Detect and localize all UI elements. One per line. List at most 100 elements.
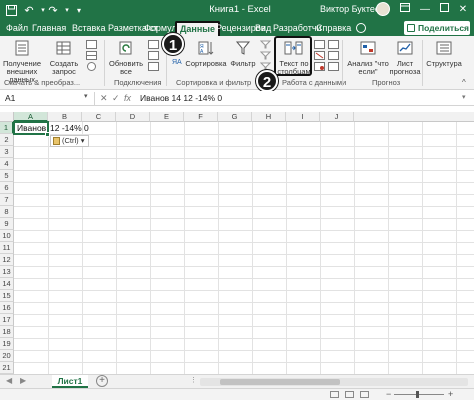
row-header-17[interactable]: 17 [0, 314, 14, 326]
row-header-3[interactable]: 3 [0, 146, 14, 158]
connections-icon[interactable] [148, 40, 159, 49]
filter-button[interactable]: Фильтр [228, 38, 258, 68]
row-header-15[interactable]: 15 [0, 290, 14, 302]
user-name[interactable]: Виктор Буктеев [320, 4, 385, 14]
refresh-all-button[interactable]: Обновить все [108, 38, 144, 76]
tab-file[interactable]: Файл [6, 22, 28, 36]
svg-text:ЯА: ЯА [172, 59, 182, 65]
clear-filter-icon[interactable] [259, 40, 272, 49]
edit-links-icon[interactable] [148, 62, 159, 71]
what-if-analysis-button[interactable]: Анализ "что если" [346, 38, 390, 76]
tab-insert[interactable]: Вставка [72, 22, 105, 36]
share-button[interactable]: Поделиться [404, 21, 470, 35]
reapply-filter-icon[interactable] [259, 51, 272, 60]
new-query-button[interactable]: Создать запрос [46, 38, 82, 76]
row-header-20[interactable]: 20 [0, 350, 14, 362]
flash-fill-icon[interactable] [314, 40, 325, 49]
save-icon[interactable] [4, 3, 18, 17]
column-header-d[interactable]: D [116, 112, 150, 122]
row-header-19[interactable]: 19 [0, 338, 14, 350]
scroll-sheets-left-icon[interactable]: ◀ [6, 376, 12, 385]
sort-za-icon[interactable]: ЯА [172, 56, 183, 66]
ribbon-display-options-icon[interactable] [398, 3, 412, 17]
zoom-slider-knob[interactable] [416, 391, 419, 398]
sheet-tab-1[interactable]: Лист1 [52, 375, 88, 388]
data-validation-icon[interactable] [314, 62, 325, 71]
show-queries-icon[interactable] [86, 40, 97, 49]
column-header-i[interactable]: I [286, 112, 320, 122]
expand-formula-bar-icon[interactable]: ▾ [462, 93, 466, 101]
tab-split-handle[interactable]: ⋮ [190, 376, 197, 384]
row-header-12[interactable]: 12 [0, 254, 14, 266]
paste-options-button[interactable]: (Ctrl) ▾ [50, 135, 89, 147]
column-header-e[interactable]: E [150, 112, 184, 122]
normal-view-icon[interactable] [330, 391, 339, 398]
zoom-slider[interactable] [394, 394, 444, 395]
filter-label: Фильтр [230, 59, 256, 68]
undo-icon[interactable]: ↶ [22, 3, 36, 17]
outline-button[interactable]: Структура [424, 38, 464, 68]
add-sheet-button[interactable]: + [96, 375, 108, 387]
name-box[interactable]: A1 [3, 92, 95, 105]
column-header-b[interactable]: B [48, 112, 82, 122]
select-all-corner[interactable] [0, 112, 14, 122]
row-header-11[interactable]: 11 [0, 242, 14, 254]
enter-icon[interactable]: ✓ [112, 93, 120, 104]
maximize-icon[interactable] [437, 3, 451, 17]
tab-help[interactable]: Справка [316, 22, 351, 36]
insert-function-icon[interactable]: fx [124, 93, 131, 103]
close-icon[interactable]: ✕ [456, 3, 470, 17]
column-header-j[interactable]: J [320, 112, 354, 122]
row-header-7[interactable]: 7 [0, 194, 14, 206]
cancel-icon[interactable]: ✕ [100, 93, 108, 104]
cell-b1[interactable]: 12 -14% 0 [50, 122, 89, 134]
recent-sources-icon[interactable] [86, 62, 97, 71]
row-header-21[interactable]: 21 [0, 362, 14, 374]
lightbulb-icon[interactable] [356, 23, 366, 33]
row-header-9[interactable]: 9 [0, 218, 14, 230]
minimize-icon[interactable]: — [418, 3, 432, 17]
redo-icon[interactable]: ↷ [46, 3, 60, 17]
row-header-10[interactable]: 10 [0, 230, 14, 242]
tab-developer[interactable]: Разработчи [273, 22, 322, 36]
horizontal-scrollbar[interactable] [200, 378, 468, 386]
horizontal-scroll-thumb[interactable] [220, 379, 340, 385]
row-header-18[interactable]: 18 [0, 326, 14, 338]
ribbon: Получение внешних данных Создать запрос … [0, 36, 474, 90]
row-header-5[interactable]: 5 [0, 170, 14, 182]
row-header-1[interactable]: 1 [0, 122, 14, 134]
tab-home[interactable]: Главная [32, 22, 66, 36]
scroll-sheets-right-icon[interactable]: ▶ [20, 376, 26, 385]
quick-access-customize-icon[interactable]: ▾ [72, 3, 86, 17]
from-table-icon[interactable] [86, 51, 97, 60]
row-header-4[interactable]: 4 [0, 158, 14, 170]
column-header-f[interactable]: F [184, 112, 218, 122]
worksheet-grid[interactable]: A B C D E F G H I J 1 2 3 4 5 6 7 8 9 10… [0, 112, 474, 374]
tab-data[interactable]: Данные [175, 21, 220, 36]
zoom-in-icon[interactable]: + [448, 389, 453, 399]
name-box-dropdown-icon[interactable]: ▾ [84, 92, 88, 100]
avatar[interactable] [376, 2, 390, 16]
zoom-out-icon[interactable]: − [386, 389, 391, 399]
forecast-sheet-button[interactable]: Лист прогноза [390, 38, 421, 76]
tab-view[interactable]: Вид [255, 22, 271, 36]
row-header-13[interactable]: 13 [0, 266, 14, 278]
row-header-14[interactable]: 14 [0, 278, 14, 290]
row-header-6[interactable]: 6 [0, 182, 14, 194]
properties-icon[interactable] [148, 51, 159, 60]
row-header-16[interactable]: 16 [0, 302, 14, 314]
sort-button[interactable]: ЯА Сортировка [185, 38, 227, 68]
row-header-8[interactable]: 8 [0, 206, 14, 218]
collapse-ribbon-icon[interactable]: ^ [462, 78, 466, 87]
column-header-h[interactable]: H [252, 112, 286, 122]
data-model-icon[interactable] [328, 62, 339, 71]
column-header-g[interactable]: G [218, 112, 252, 122]
page-break-view-icon[interactable] [360, 391, 369, 398]
page-layout-view-icon[interactable] [345, 391, 354, 398]
remove-duplicates-icon[interactable] [314, 51, 325, 60]
row-header-2[interactable]: 2 [0, 134, 14, 146]
formula-input[interactable]: Иванов 14 12 -14% 0 [140, 92, 222, 105]
relationships-icon[interactable] [328, 51, 339, 60]
consolidate-icon[interactable] [328, 40, 339, 49]
column-header-c[interactable]: C [82, 112, 116, 122]
